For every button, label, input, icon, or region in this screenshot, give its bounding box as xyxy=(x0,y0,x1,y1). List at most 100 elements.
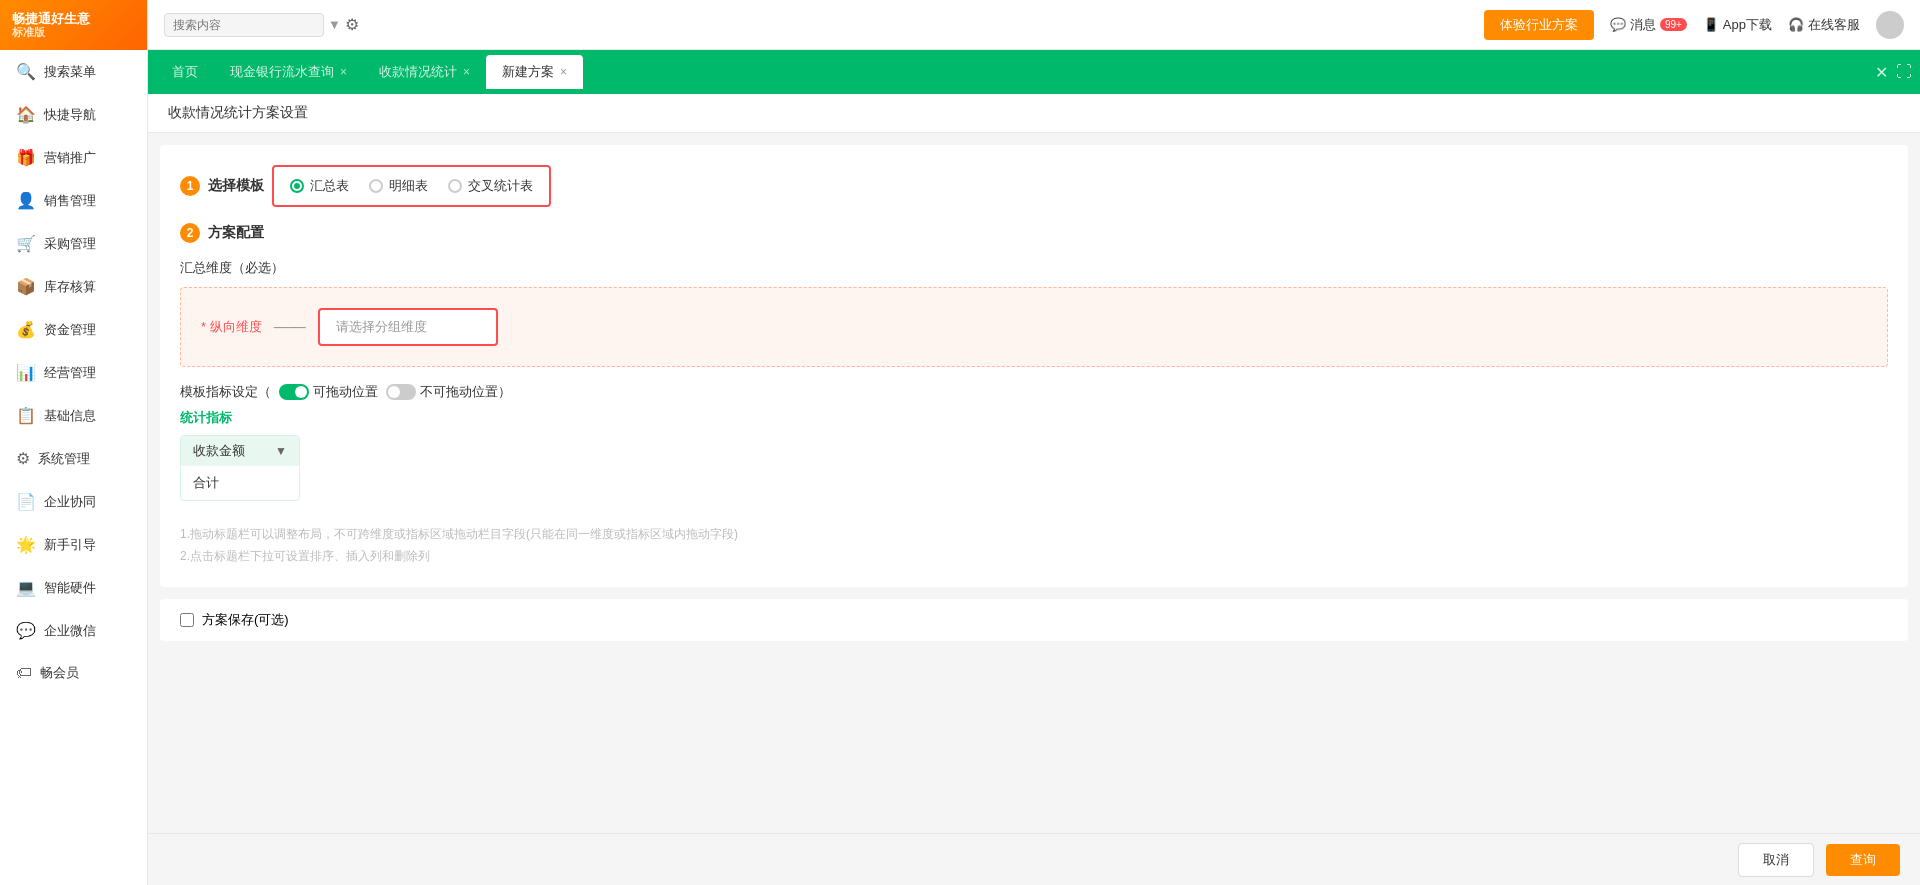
content-area: 收款情况统计方案设置 1 选择模板 汇总表 明细表 xyxy=(148,94,1920,833)
dimension-row: * 纵向维度 —— 请选择分组维度 xyxy=(201,308,1867,346)
dimension-select[interactable]: 请选择分组维度 xyxy=(318,308,498,346)
breadcrumb-area: ▼ ⚙ xyxy=(164,13,1468,37)
save-option-label: 方案保存(可选) xyxy=(202,611,289,629)
non-draggable-label: 不可拖动位置） xyxy=(420,383,511,401)
close-window-icon[interactable]: ✕ xyxy=(1875,63,1888,82)
draggable-toggle[interactable]: 可拖动位置 xyxy=(279,383,378,401)
arrow-icon: —— xyxy=(274,318,306,336)
money-icon: 💰 xyxy=(16,320,36,339)
stats-card-header[interactable]: 收款金额 ▼ xyxy=(181,436,299,466)
sidebar-item-marketing[interactable]: 🎁 营销推广 xyxy=(0,136,147,179)
maximize-icon[interactable]: ⛶ xyxy=(1896,63,1912,81)
message-icon: 💬 xyxy=(1610,17,1626,32)
radio-detail-dot xyxy=(369,179,383,193)
search-input[interactable] xyxy=(164,13,324,37)
sidebar-item-basic[interactable]: 📋 基础信息 xyxy=(0,394,147,437)
star-icon: 🌟 xyxy=(16,535,36,554)
sidebar-item-member[interactable]: 🏷 畅会员 xyxy=(0,652,147,694)
trial-button[interactable]: 体验行业方案 xyxy=(1484,10,1594,40)
online-service-button[interactable]: 🎧 在线客服 xyxy=(1788,16,1860,34)
top-header: ▼ ⚙ 体验行业方案 💬 消息 99+ 📱 App下载 🎧 在线客服 xyxy=(148,0,1920,50)
radio-crosstab[interactable]: 交叉统计表 xyxy=(448,177,533,195)
metrics-label-text: 模板指标设定（ xyxy=(180,383,271,401)
sidebar: 畅捷通好生意 标准版 🔍 搜索菜单 🏠 快捷导航 🎁 营销推广 👤 销售管理 🛒… xyxy=(0,0,148,885)
tab-cashflow[interactable]: 现金银行流水查询 × xyxy=(214,55,363,89)
draggable-label: 可拖动位置 xyxy=(313,383,378,401)
tab-new-plan[interactable]: 新建方案 × xyxy=(486,55,583,89)
header-actions: 💬 消息 99+ 📱 App下载 🎧 在线客服 xyxy=(1610,11,1904,39)
non-draggable-toggle-box[interactable] xyxy=(386,384,416,400)
section2-num: 2 xyxy=(180,223,200,243)
sidebar-item-enterprise[interactable]: 📄 企业协同 xyxy=(0,480,147,523)
cancel-button[interactable]: 取消 xyxy=(1738,843,1814,877)
template-radio-group: 汇总表 明细表 交叉统计表 xyxy=(290,177,533,195)
sidebar-item-inventory[interactable]: 📦 库存核算 xyxy=(0,265,147,308)
tab-receipts[interactable]: 收款情况统计 × xyxy=(363,55,486,89)
app-download-button[interactable]: 📱 App下载 xyxy=(1703,16,1772,34)
stats-card-body: 合计 xyxy=(181,466,299,500)
save-option: 方案保存(可选) xyxy=(160,599,1908,641)
clipboard-icon: 📋 xyxy=(16,406,36,425)
footer: 取消 查询 xyxy=(148,833,1920,885)
sidebar-item-hardware[interactable]: 💻 智能硬件 xyxy=(0,566,147,609)
person-icon: 👤 xyxy=(16,191,36,210)
avatar[interactable] xyxy=(1876,11,1904,39)
dimension-section-label: 汇总维度（必选） xyxy=(180,259,1888,277)
section1-header: 1 选择模板 汇总表 明细表 交叉统计表 xyxy=(180,165,1888,207)
nav-tabs-actions: ✕ ⛶ xyxy=(1875,63,1912,82)
gear-icon: ⚙ xyxy=(16,449,30,468)
sidebar-logo: 畅捷通好生意 标准版 xyxy=(0,0,147,50)
metrics-header: 模板指标设定（ 可拖动位置 不可拖动位置） xyxy=(180,383,1888,401)
tip-text-1: 1.拖动标题栏可以调整布局，不可跨维度或指标区域拖动栏目字段(只能在同一维度或指… xyxy=(180,524,1888,546)
sidebar-item-finance[interactable]: 💰 资金管理 xyxy=(0,308,147,351)
main-area: ▼ ⚙ 体验行业方案 💬 消息 99+ 📱 App下载 🎧 在线客服 首页 xyxy=(148,0,1920,885)
logo-text: 畅捷通好生意 xyxy=(12,11,90,27)
sidebar-item-nav[interactable]: 🏠 快捷导航 xyxy=(0,93,147,136)
form-section: 1 选择模板 汇总表 明细表 交叉统计表 xyxy=(160,145,1908,587)
card-dropdown-icon[interactable]: ▼ xyxy=(275,444,287,458)
cart-icon: 🛒 xyxy=(16,234,36,253)
query-button[interactable]: 查询 xyxy=(1826,844,1900,876)
radio-detail[interactable]: 明细表 xyxy=(369,177,428,195)
sidebar-item-wechat[interactable]: 💬 企业微信 xyxy=(0,609,147,652)
tab-cashflow-close[interactable]: × xyxy=(340,65,347,79)
dropdown-icon[interactable]: ▼ xyxy=(328,17,341,32)
metrics-section: 模板指标设定（ 可拖动位置 不可拖动位置） 统计指标 收款金 xyxy=(180,383,1888,504)
section2: 2 方案配置 汇总维度（必选） * 纵向维度 —— 请选择分组维度 xyxy=(180,223,1888,567)
tab-home[interactable]: 首页 xyxy=(156,55,214,89)
logo-sub: 标准版 xyxy=(12,26,90,39)
draggable-toggle-box[interactable] xyxy=(279,384,309,400)
message-button[interactable]: 💬 消息 99+ xyxy=(1610,16,1687,34)
tab-new-plan-close[interactable]: × xyxy=(560,65,567,79)
tab-receipts-close[interactable]: × xyxy=(463,65,470,79)
stats-label: 统计指标 xyxy=(180,409,1888,427)
section1-num: 1 xyxy=(180,176,200,196)
radio-summary-dot xyxy=(290,179,304,193)
section1-title: 选择模板 xyxy=(208,177,264,195)
sidebar-item-system[interactable]: ⚙ 系统管理 xyxy=(0,437,147,480)
chat-icon: 💬 xyxy=(16,621,36,640)
template-selection-box: 汇总表 明细表 交叉统计表 xyxy=(272,165,551,207)
box-icon: 📦 xyxy=(16,277,36,296)
radio-summary[interactable]: 汇总表 xyxy=(290,177,349,195)
computer-icon: 💻 xyxy=(16,578,36,597)
tip-text-2: 2.点击标题栏下拉可设置排序、插入列和删除列 xyxy=(180,546,1888,568)
sidebar-item-search[interactable]: 🔍 搜索菜单 xyxy=(0,50,147,93)
radio-crosstab-dot xyxy=(448,179,462,193)
sidebar-item-sales[interactable]: 👤 销售管理 xyxy=(0,179,147,222)
tag-icon: 🏷 xyxy=(16,664,32,682)
section2-header: 2 方案配置 xyxy=(180,223,1888,243)
page-title: 收款情况统计方案设置 xyxy=(148,94,1920,133)
sidebar-item-guide[interactable]: 🌟 新手引导 xyxy=(0,523,147,566)
doc-icon: 📄 xyxy=(16,492,36,511)
save-checkbox[interactable] xyxy=(180,613,194,627)
settings-icon[interactable]: ⚙ xyxy=(345,15,359,34)
sidebar-item-purchase[interactable]: 🛒 采购管理 xyxy=(0,222,147,265)
section2-title: 方案配置 xyxy=(208,224,264,242)
service-icon: 🎧 xyxy=(1788,17,1804,32)
nav-tabs: 首页 现金银行流水查询 × 收款情况统计 × 新建方案 × ✕ ⛶ xyxy=(148,50,1920,94)
sidebar-item-management[interactable]: 📊 经营管理 xyxy=(0,351,147,394)
gift-icon: 🎁 xyxy=(16,148,36,167)
chart-icon: 📊 xyxy=(16,363,36,382)
search-icon: 🔍 xyxy=(16,62,36,81)
